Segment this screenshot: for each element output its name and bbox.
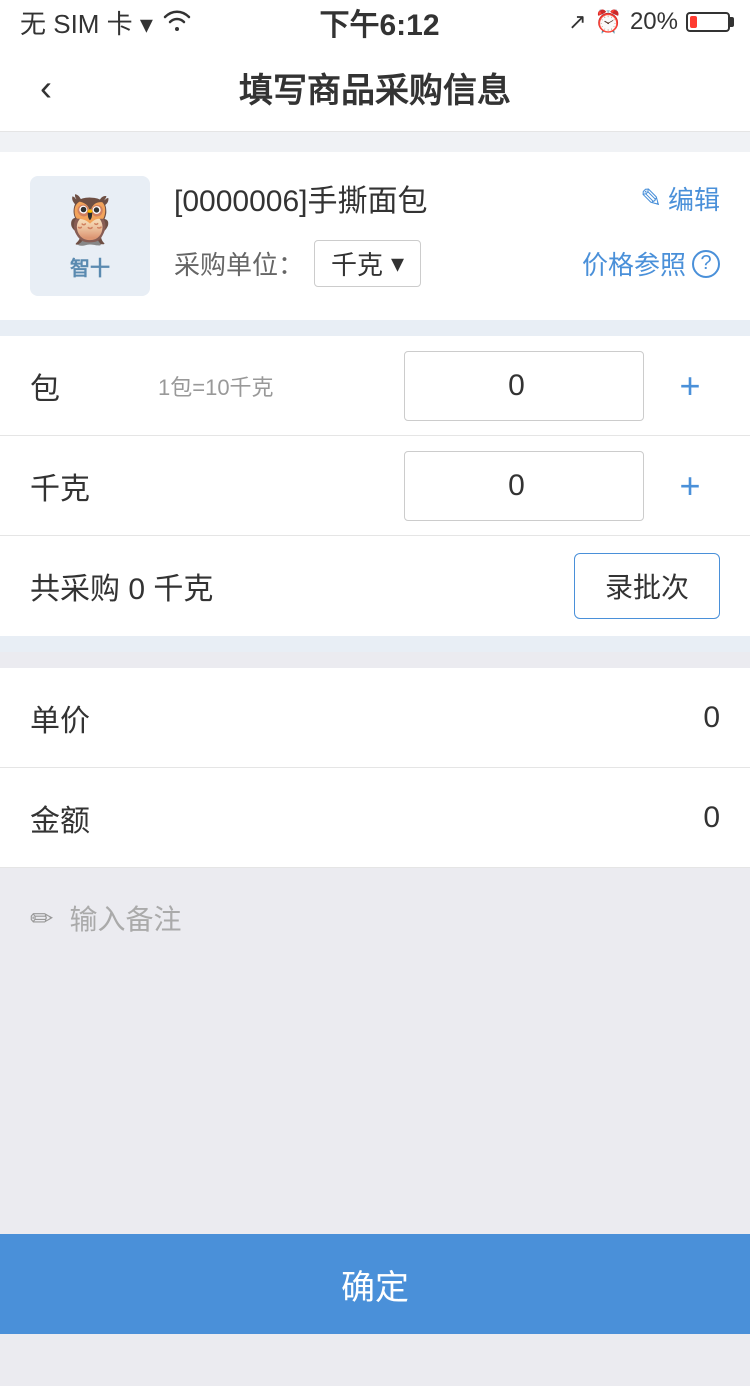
bottom-spacer <box>0 968 750 1268</box>
amount-row: 金额 0 <box>0 768 750 868</box>
amount-label: 金额 <box>30 796 90 840</box>
edit-button[interactable]: ✎ 编辑 <box>640 180 720 217</box>
status-bar: 无 SIM 卡 ▾ 下午6:12 ↗ ⏰ 20% <box>0 0 750 44</box>
status-left: 无 SIM 卡 ▾ <box>20 4 191 41</box>
notes-section[interactable]: ✏ 输入备注 <box>0 868 750 968</box>
battery-icon <box>686 12 730 32</box>
chevron-down-icon: ▾ <box>391 248 404 279</box>
bao-input-right: + <box>274 351 720 421</box>
kg-plus-button[interactable]: + <box>660 456 720 516</box>
batch-button[interactable]: 录批次 <box>574 553 720 619</box>
bao-input[interactable] <box>404 351 644 421</box>
kg-input[interactable] <box>404 451 644 521</box>
unit-price-value: 0 <box>703 701 720 735</box>
sim-label: 无 SIM 卡 ▾ <box>20 4 153 41</box>
product-info: [0000006]手撕面包 ✎ 编辑 采购单位： 千克 ▾ 价格参照 ? <box>174 176 720 287</box>
purchase-unit-row: 采购单位： 千克 ▾ 价格参照 ? <box>174 240 720 287</box>
input-section: 包 1包=10千克 + 千克 + <box>0 336 750 536</box>
battery-percent: 20% <box>630 8 678 36</box>
info-icon: ? <box>692 250 720 278</box>
page-header: ‹ 填写商品采购信息 <box>0 44 750 132</box>
alarm-icon: ⏰ <box>595 9 622 35</box>
bao-input-row: 包 1包=10千克 + <box>0 336 750 436</box>
unit-select[interactable]: 千克 ▾ <box>314 240 421 287</box>
product-logo-icon: 🦉 <box>60 191 120 248</box>
unit-value: 千克 <box>331 245 383 282</box>
summary-row: 共采购 0 千克 录批次 <box>0 536 750 636</box>
amount-value: 0 <box>703 801 720 835</box>
product-name-row: [0000006]手撕面包 ✎ 编辑 <box>174 176 720 220</box>
product-section: 🦉 智十 [0000006]手撕面包 ✎ 编辑 采购单位： 千克 ▾ <box>0 152 750 320</box>
notes-placeholder: 输入备注 <box>69 898 181 938</box>
section-divider-2 <box>0 636 750 652</box>
product-name: [0000006]手撕面包 <box>174 176 427 220</box>
page-title: 填写商品采购信息 <box>239 63 511 112</box>
bao-label: 包 <box>30 364 150 408</box>
product-image: 🦉 智十 <box>30 176 150 296</box>
section-divider-1 <box>0 320 750 336</box>
price-ref-label: 价格参照 <box>582 245 686 282</box>
kg-label: 千克 <box>30 464 150 508</box>
summary-section: 共采购 0 千克 录批次 <box>0 536 750 636</box>
edit-label: 编辑 <box>668 180 720 217</box>
price-ref-button[interactable]: 价格参照 ? <box>582 245 720 282</box>
location-icon: ↗ <box>568 9 586 35</box>
pencil-icon: ✏ <box>30 902 53 935</box>
confirm-button[interactable]: 确定 <box>0 1234 750 1334</box>
product-logo-text: 智十 <box>70 252 110 281</box>
back-button[interactable]: ‹ <box>30 57 62 119</box>
bao-plus-button[interactable]: + <box>660 356 720 416</box>
wifi-icon <box>163 7 191 38</box>
price-section: 单价 0 金额 0 <box>0 668 750 868</box>
kg-input-row: 千克 + <box>0 436 750 536</box>
status-time: 下午6:12 <box>320 0 440 44</box>
unit-price-label: 单价 <box>30 696 90 740</box>
summary-text: 共采购 0 千克 <box>30 564 213 608</box>
bao-sublabel: 1包=10千克 <box>158 370 274 402</box>
unit-price-row: 单价 0 <box>0 668 750 768</box>
edit-icon: ✎ <box>640 183 662 214</box>
confirm-label: 确定 <box>341 1260 409 1309</box>
unit-label: 采购单位： <box>174 245 304 282</box>
status-right: ↗ ⏰ 20% <box>568 8 730 36</box>
kg-input-right: + <box>150 451 720 521</box>
